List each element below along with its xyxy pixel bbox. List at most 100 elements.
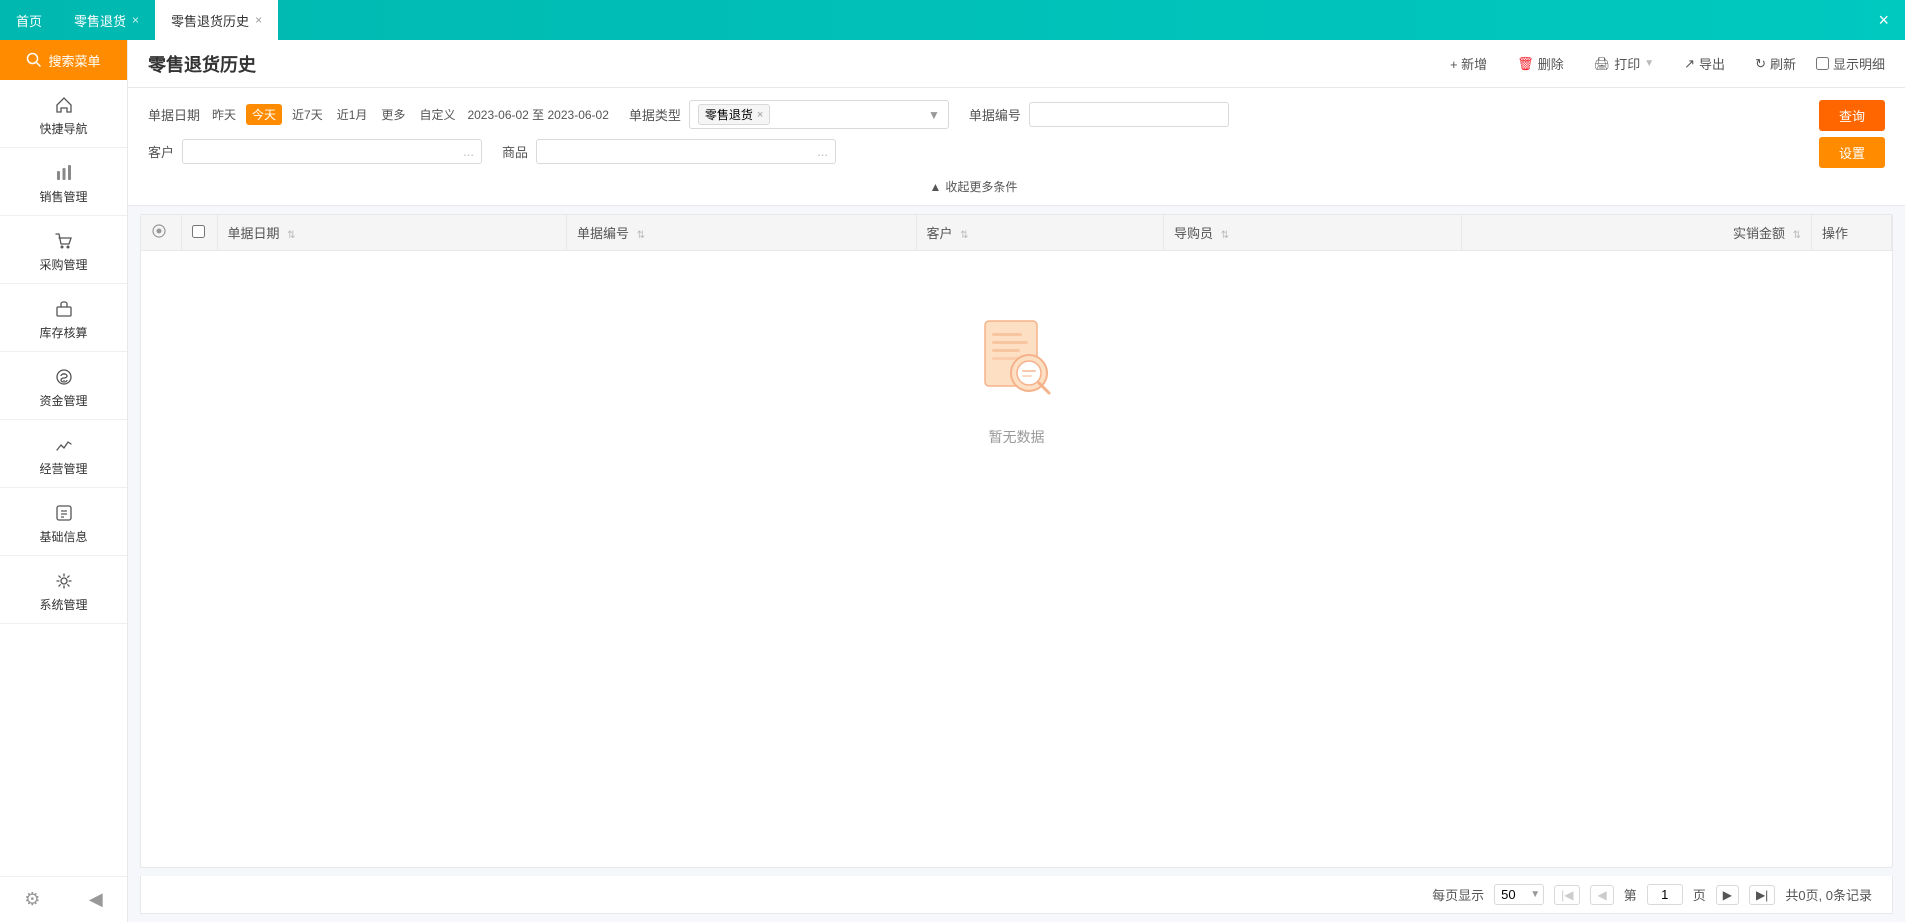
sidebar-item-operation[interactable]: 经营管理 <box>0 420 127 488</box>
th-amount-label: 实销金额 <box>1733 226 1785 241</box>
tab-close-零售退货[interactable]: × <box>132 13 139 27</box>
filter-area: 单据日期 昨天今天近7天近1月更多自定义 2023-06-02 至 2023-0… <box>128 88 1905 206</box>
collapse-icon: ▲ <box>930 180 942 194</box>
date-option-更多[interactable]: 更多 <box>377 104 409 125</box>
main-layout: 搜索菜单 快捷导航销售管理采购管理库存核算资金管理经营管理基础信息系统管理 ⚙ … <box>0 40 1905 922</box>
filter-date-item: 单据日期 昨天今天近7天近1月更多自定义 2023-06-02 至 2023-0… <box>148 104 609 125</box>
sidebar-item-sales[interactable]: 销售管理 <box>0 148 127 216</box>
date-option-近7天[interactable]: 近7天 <box>288 104 327 125</box>
page-label: 第 <box>1624 885 1637 904</box>
sidebar-search-label: 搜索菜单 <box>48 51 100 70</box>
delete-label: 删除 <box>1538 54 1564 73</box>
empty-state: 暂无数据 <box>141 251 1892 507</box>
info-icon <box>53 502 75 524</box>
export-label: 导出 <box>1699 54 1725 73</box>
sidebar-item-inventory[interactable]: 库存核算 <box>0 284 127 352</box>
sidebar-item-finance[interactable]: 资金管理 <box>0 352 127 420</box>
filter-type-select[interactable]: 零售退货 × ▼ <box>689 100 949 129</box>
filter-settings-button[interactable]: 设置 <box>1819 137 1885 168</box>
th-number[interactable]: 单据编号 ⇅ <box>567 215 917 251</box>
goods-ellipsis: ... <box>817 144 828 159</box>
per-page-label: 每页显示 <box>1432 885 1484 904</box>
refresh-button[interactable]: ↻ 刷新 <box>1745 50 1806 77</box>
total-label: 共0页, 0条记录 <box>1785 885 1872 904</box>
tab-bar: 首页零售退货×零售退货历史× <box>0 0 1862 40</box>
th-date[interactable]: 单据日期 ⇅ <box>217 215 567 251</box>
filter-number-item: 单据编号 <box>969 102 1229 127</box>
filter-goods-label: 商品 <box>502 142 528 161</box>
filter-type-tag: 零售退货 × <box>698 104 770 125</box>
show-detail-input[interactable] <box>1816 57 1829 70</box>
top-tab-零售退货[interactable]: 零售退货× <box>58 0 155 40</box>
pagination-next-button[interactable]: ▶ <box>1716 885 1739 905</box>
sales-icon <box>53 162 75 184</box>
new-button[interactable]: + 新增 <box>1440 50 1497 77</box>
home-icon <box>53 94 75 116</box>
filter-number-label: 单据编号 <box>969 105 1021 124</box>
collapse-more: ▲ 收起更多条件 <box>148 174 1799 197</box>
sidebar-item-system[interactable]: 系统管理 <box>0 556 127 624</box>
empty-illustration <box>967 311 1067 411</box>
sidebar-settings-button[interactable]: ⚙ <box>24 889 40 910</box>
sidebar-item-label-inventory: 库存核算 <box>39 324 87 341</box>
customer-ellipsis: ... <box>463 144 474 159</box>
search-icon <box>26 52 42 68</box>
th-guide-sort: ⇅ <box>1221 230 1229 241</box>
sidebar-item-label-home: 快捷导航 <box>39 120 87 137</box>
collapse-button[interactable]: ▲ 收起更多条件 <box>930 178 1018 195</box>
window-close-button[interactable]: × <box>1862 10 1905 31</box>
empty-text: 暂无数据 <box>989 427 1045 447</box>
page-number-input[interactable] <box>1647 884 1683 905</box>
sidebar-item-label-info: 基础信息 <box>39 528 87 545</box>
sidebar-toggle-button[interactable]: ◀ <box>89 889 103 910</box>
delete-button[interactable]: 🗑 删除 <box>1507 50 1574 77</box>
table-head: 单据日期 ⇅ 单据编号 ⇅ 客户 ⇅ 导购员 ⇅ <box>141 215 1892 251</box>
date-option-今天[interactable]: 今天 <box>246 104 282 125</box>
select-all-checkbox[interactable] <box>192 225 205 238</box>
date-option-自定义[interactable]: 自定义 <box>415 104 459 125</box>
filter-number-input[interactable] <box>1029 102 1229 127</box>
sidebar-item-home[interactable]: 快捷导航 <box>0 80 127 148</box>
th-date-sort: ⇅ <box>287 230 295 241</box>
pagination-first-button[interactable]: |◀ <box>1554 885 1580 905</box>
per-page-select-wrap: 50 20 100 ▼ <box>1494 884 1544 905</box>
top-tab-首页[interactable]: 首页 <box>0 0 58 40</box>
filter-date-range: 2023-06-02 至 2023-06-02 <box>467 106 608 123</box>
sidebar-item-purchase[interactable]: 采购管理 <box>0 216 127 284</box>
th-customer[interactable]: 客户 ⇅ <box>916 215 1163 251</box>
th-amount[interactable]: 实销金额 ⇅ <box>1462 215 1812 251</box>
th-checkbox[interactable] <box>181 215 217 251</box>
pagination-prev-button[interactable]: ◀ <box>1590 885 1613 905</box>
date-option-近1月[interactable]: 近1月 <box>333 104 372 125</box>
filter-row-2: 客户 ... 商品 ... <box>148 139 1799 164</box>
query-button[interactable]: 查询 <box>1819 100 1885 131</box>
th-guide[interactable]: 导购员 ⇅ <box>1163 215 1461 251</box>
date-option-昨天[interactable]: 昨天 <box>208 104 240 125</box>
new-label: + 新增 <box>1450 54 1487 73</box>
print-button[interactable]: 🖨 打印 ▼ <box>1584 50 1664 77</box>
tab-close-零售退货历史[interactable]: × <box>255 13 262 27</box>
pagination-last-button[interactable]: ▶| <box>1749 885 1775 905</box>
show-detail-label: 显示明细 <box>1833 54 1885 73</box>
per-page-select[interactable]: 50 20 100 <box>1494 884 1544 905</box>
empty-icon <box>967 311 1067 411</box>
sidebar-item-info[interactable]: 基础信息 <box>0 488 127 556</box>
sidebar-search-button[interactable]: 搜索菜单 <box>0 40 127 80</box>
th-number-sort: ⇅ <box>637 230 645 241</box>
type-select-chevron: ▼ <box>928 108 940 122</box>
filter-goods-input[interactable] <box>536 139 836 164</box>
th-settings[interactable] <box>141 215 181 251</box>
filter-action-buttons: 查询 设置 <box>1819 100 1885 168</box>
system-icon <box>53 570 75 592</box>
table-header-row: 单据日期 ⇅ 单据编号 ⇅ 客户 ⇅ 导购员 ⇅ <box>141 215 1892 251</box>
filter-type-tag-close[interactable]: × <box>757 109 763 121</box>
export-button[interactable]: ↗ 导出 <box>1674 50 1735 77</box>
filter-goods-item: 商品 ... <box>502 139 836 164</box>
show-detail-checkbox[interactable]: 显示明细 <box>1816 54 1885 73</box>
sidebar-items: 快捷导航销售管理采购管理库存核算资金管理经营管理基础信息系统管理 <box>0 80 127 624</box>
header-actions: + 新增 🗑 删除 🖨 打印 ▼ ↗ 导出 ↻ 刷新 <box>1440 50 1885 77</box>
filter-customer-input[interactable] <box>182 139 482 164</box>
filter-type-item: 单据类型 零售退货 × ▼ <box>629 100 949 129</box>
filter-type-value: 零售退货 <box>705 106 753 123</box>
top-tab-零售退货历史[interactable]: 零售退货历史× <box>155 0 278 40</box>
